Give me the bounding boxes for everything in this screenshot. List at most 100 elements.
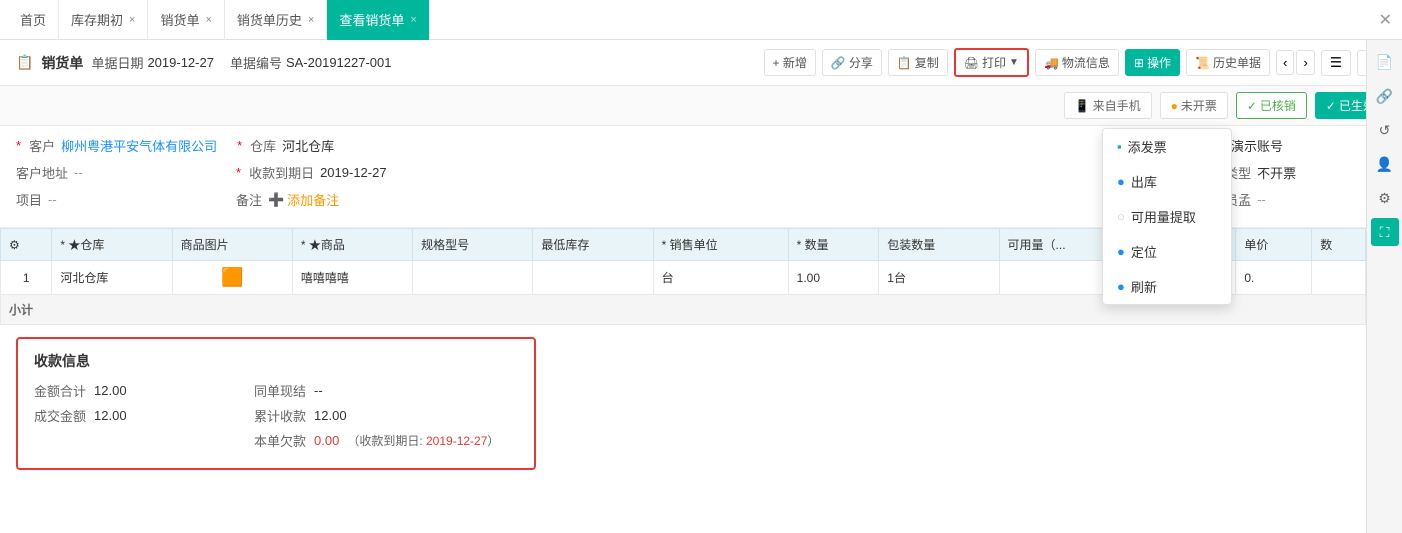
add-invoice-icon: ▪ xyxy=(1117,139,1122,154)
tab-sales-order[interactable]: 销货单 × xyxy=(148,0,224,40)
refresh-item[interactable]: ● 刷新 xyxy=(1103,269,1231,304)
total-amount-field: 金额合计 12.00 xyxy=(34,381,214,400)
row-sales-unit: 台 xyxy=(653,261,788,295)
history-button[interactable]: 📜 历史单据 xyxy=(1186,49,1270,76)
row-pack-qty: 1台 xyxy=(879,261,999,295)
summary-title: 收款信息 xyxy=(34,351,518,371)
history-icon: 📜 xyxy=(1195,56,1210,70)
col-unit-price: 单价 xyxy=(1236,229,1312,261)
tab-close-view[interactable]: × xyxy=(410,14,416,26)
tab-close-inventory[interactable]: × xyxy=(129,14,135,26)
new-button[interactable]: + 新增 xyxy=(764,49,816,76)
window-close-button[interactable]: ✕ xyxy=(1379,10,1392,30)
row-more xyxy=(1312,261,1366,295)
col-warehouse: * ★仓库 xyxy=(52,229,172,261)
tab-home[interactable]: 首页 xyxy=(8,0,59,40)
tab-close-history[interactable]: × xyxy=(308,14,314,26)
print-icon: 🖨 xyxy=(964,56,979,70)
row-index: 1 xyxy=(1,261,52,295)
doc-meta: 单据日期 2019-12-27 单据编号 SA-20191227-001 xyxy=(91,53,391,72)
list-view-button[interactable]: ☰ xyxy=(1321,50,1351,76)
col-sales-unit: * 销售单位 xyxy=(653,229,788,261)
row-warehouse: 河北仓库 xyxy=(52,261,172,295)
doc-icon: 📋 xyxy=(16,54,33,71)
mobile-status-btn[interactable]: 📱 来自手机 xyxy=(1064,92,1152,119)
address-field: 客户地址 -- xyxy=(16,163,216,182)
sidebar-document-icon[interactable]: 📄 xyxy=(1371,48,1399,76)
warehouse-field: * 仓库 河北仓库 xyxy=(237,136,437,155)
col-min-stock: 最低库存 xyxy=(533,229,653,261)
right-sidebar: 📄 🔗 ↺ 👤 ⚙ ⛶ xyxy=(1366,40,1402,533)
row-min-stock xyxy=(533,261,653,295)
sidebar-user-icon[interactable]: 👤 xyxy=(1371,150,1399,178)
tab-bar: 首页 库存期初 × 销货单 × 销货单历史 × 查看销货单 × ✕ xyxy=(0,0,1402,40)
add-invoice-item[interactable]: ▪ 添发票 xyxy=(1103,129,1231,164)
outbound-item[interactable]: ● 出库 xyxy=(1103,164,1231,199)
col-spec: 规格型号 xyxy=(413,229,533,261)
prev-button[interactable]: ‹ xyxy=(1276,50,1294,75)
operation-button[interactable]: ⊞ 操作 xyxy=(1125,49,1180,76)
print-button[interactable]: 🖨 打印 ▼ xyxy=(954,48,1029,77)
sidebar-expand-icon[interactable]: ⛶ xyxy=(1371,218,1399,246)
project-field: 项目 -- xyxy=(16,190,216,209)
available-qty-item[interactable]: ○ 可用量提取 xyxy=(1103,199,1231,234)
row-spec xyxy=(413,261,533,295)
remark-field: 备注 ➕ 添加备注 xyxy=(236,190,436,209)
summary-section: 收款信息 金额合计 12.00 同单现结 -- 成交金额 12.00 累计收款 … xyxy=(16,337,536,470)
doc-header: 📋 销货单 单据日期 2019-12-27 单据编号 SA-20191227-0… xyxy=(0,40,1402,86)
col-more: 数 xyxy=(1312,229,1366,261)
doc-number-field: 单据编号 SA-20191227-001 xyxy=(230,53,392,72)
nav-arrows: ‹ › xyxy=(1276,50,1315,75)
customer-field: * 客户 柳州粤港平安气体有限公司 xyxy=(16,136,217,155)
tab-view-sales[interactable]: 查看销货单 × xyxy=(327,0,429,40)
tab-sales-history[interactable]: 销货单历史 × xyxy=(225,0,327,40)
plus-icon: ➕ xyxy=(268,192,284,208)
deal-amount-field: 成交金额 12.00 xyxy=(34,406,214,425)
summary-row-3: 本单欠款 0.00 （收款到期日: 2019-12-27） xyxy=(34,431,518,450)
unopened-icon: ● xyxy=(1171,99,1178,113)
checked-status-btn[interactable]: ✓ 已核销 xyxy=(1236,92,1307,119)
check-icon: ✓ xyxy=(1247,99,1257,113)
outbound-icon: ● xyxy=(1117,174,1125,189)
mobile-icon: 📱 xyxy=(1075,99,1090,113)
sidebar-refresh-icon[interactable]: ↺ xyxy=(1371,116,1399,144)
share-icon: 🔗 xyxy=(831,56,846,70)
operation-dropdown: ▪ 添发票 ● 出库 ○ 可用量提取 ● 定位 ● 刷新 xyxy=(1102,128,1232,305)
locate-icon: ● xyxy=(1117,244,1125,259)
col-image: 商品图片 xyxy=(172,229,292,261)
available-qty-icon: ○ xyxy=(1117,209,1125,224)
logistics-button[interactable]: 🚚 物流信息 xyxy=(1035,49,1119,76)
tab-inventory-init[interactable]: 库存期初 × xyxy=(59,0,148,40)
row-quantity: 1.00 xyxy=(788,261,879,295)
share-button[interactable]: 🔗 分享 xyxy=(822,49,882,76)
due-date-value: 2019-12-27 xyxy=(426,434,487,448)
summary-row-1: 金额合计 12.00 同单现结 -- xyxy=(34,381,518,400)
gear-icon[interactable]: ⚙ xyxy=(9,238,20,252)
sidebar-settings-icon[interactable]: ⚙ xyxy=(1371,184,1399,212)
doc-title-area: 📋 销货单 单据日期 2019-12-27 单据编号 SA-20191227-0… xyxy=(16,53,392,73)
doc-toolbar: + 新增 🔗 分享 📋 复制 🖨 打印 ▼ 🚚 物流信息 ⊞ 操作 xyxy=(764,48,1386,77)
refresh-icon: ● xyxy=(1117,279,1125,294)
unopened-status-btn[interactable]: ● 未开票 xyxy=(1160,92,1228,119)
tab-close-sales[interactable]: × xyxy=(205,14,211,26)
copy-icon: 📋 xyxy=(897,56,912,70)
col-pack-qty: 包装数量 xyxy=(879,229,999,261)
payment-due-field: * 收款到期日 2019-12-27 xyxy=(236,163,436,182)
copy-button[interactable]: 📋 复制 xyxy=(888,49,948,76)
effect-icon: ✓ xyxy=(1326,99,1336,113)
row-product: 嘻嘻嘻嘻 xyxy=(292,261,412,295)
locate-item[interactable]: ● 定位 xyxy=(1103,234,1231,269)
add-remark-btn[interactable]: ➕ 添加备注 xyxy=(268,190,339,209)
order-debt-field: 本单欠款 0.00 （收款到期日: 2019-12-27） xyxy=(254,431,499,450)
doc-date-field: 单据日期 2019-12-27 xyxy=(91,53,214,72)
cumulative-payment-field: 累计收款 12.00 xyxy=(254,406,434,425)
main-content: 📋 销货单 单据日期 2019-12-27 单据编号 SA-20191227-0… xyxy=(0,40,1402,533)
status-bar: 📱 来自手机 ● 未开票 ✓ 已核销 ✓ 已生效 xyxy=(0,86,1402,126)
same-order-settle-field: 同单现结 -- xyxy=(254,381,434,400)
empty-field xyxy=(34,431,214,450)
next-button[interactable]: › xyxy=(1296,50,1314,75)
sidebar-link-icon[interactable]: 🔗 xyxy=(1371,82,1399,110)
row-unit-price: 0. xyxy=(1236,261,1312,295)
col-gear[interactable]: ⚙ xyxy=(1,229,52,261)
print-dropdown-arrow[interactable]: ▼ xyxy=(1009,57,1019,68)
